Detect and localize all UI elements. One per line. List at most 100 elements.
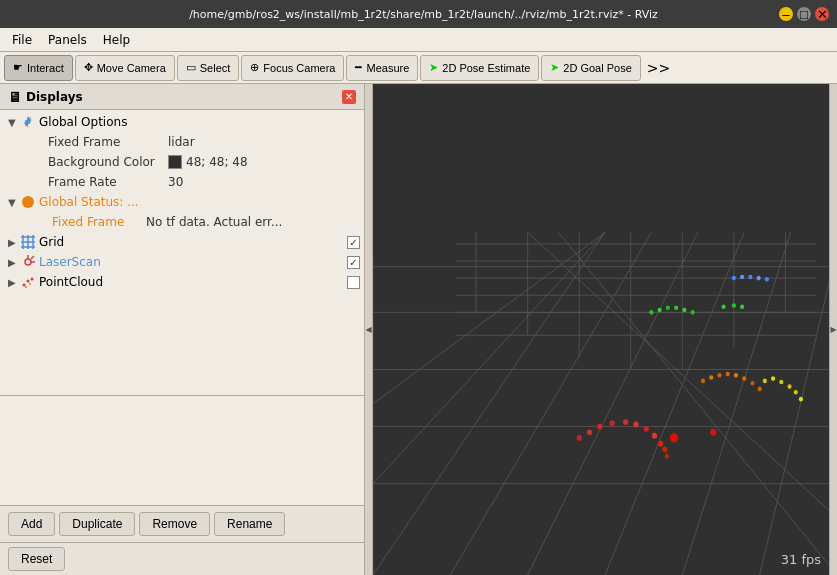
global-options-row[interactable]: ▼ Global Options bbox=[0, 112, 364, 132]
move-camera-button[interactable]: ✥ Move Camera bbox=[75, 55, 175, 81]
svg-point-68 bbox=[779, 380, 783, 385]
svg-point-85 bbox=[765, 277, 769, 282]
bg-color-label: Background Color bbox=[48, 155, 168, 169]
svg-point-54 bbox=[658, 441, 663, 447]
color-swatch[interactable] bbox=[168, 155, 182, 169]
svg-point-6 bbox=[25, 259, 31, 265]
svg-point-13 bbox=[25, 286, 27, 288]
laserscan-row[interactable]: ▶ LaserScan bbox=[0, 252, 364, 272]
select-button[interactable]: ▭ Select bbox=[177, 55, 240, 81]
menu-help[interactable]: Help bbox=[95, 31, 138, 49]
interact-label: Interact bbox=[27, 62, 64, 74]
frame-rate-value: 30 bbox=[168, 175, 183, 189]
reset-row: Reset bbox=[0, 542, 364, 575]
global-status-label: Global Status: ... bbox=[39, 195, 360, 209]
grid-checkbox[interactable] bbox=[347, 236, 360, 249]
svg-point-83 bbox=[748, 275, 752, 280]
left-collapse-handle[interactable]: ◀ bbox=[365, 84, 373, 575]
svg-point-76 bbox=[682, 308, 686, 313]
svg-point-66 bbox=[763, 379, 767, 384]
fixed-frame-row[interactable]: Fixed Frame lidar bbox=[0, 132, 364, 152]
select-label: Select bbox=[200, 62, 231, 74]
bottom-panel bbox=[0, 395, 364, 505]
window-title: /home/gmb/ros2_ws/install/mb_1r2t/share/… bbox=[68, 8, 779, 21]
svg-point-52 bbox=[644, 426, 649, 432]
rename-button[interactable]: Rename bbox=[214, 512, 285, 536]
svg-point-56 bbox=[665, 454, 669, 459]
svg-point-65 bbox=[758, 387, 762, 392]
interact-button[interactable]: ☛ Interact bbox=[4, 55, 73, 81]
svg-point-47 bbox=[587, 429, 592, 435]
ff-status-value: No tf data. Actual err... bbox=[146, 215, 282, 229]
gear-icon bbox=[20, 114, 36, 130]
toolbar: ☛ Interact ✥ Move Camera ▭ Select ⊕ Focu… bbox=[0, 52, 837, 84]
remove-button[interactable]: Remove bbox=[139, 512, 210, 536]
frame-rate-row[interactable]: Frame Rate 30 bbox=[0, 172, 364, 192]
fixed-frame-status-row[interactable]: Fixed Frame No tf data. Actual err... bbox=[0, 212, 364, 232]
focus-camera-button[interactable]: ⊕ Focus Camera bbox=[241, 55, 344, 81]
hand-icon: ☛ bbox=[13, 61, 23, 74]
menu-file[interactable]: File bbox=[4, 31, 40, 49]
svg-point-80 bbox=[740, 304, 744, 309]
toolbar-more[interactable]: >> bbox=[643, 57, 674, 79]
pointcloud-checkbox[interactable] bbox=[347, 276, 360, 289]
svg-point-10 bbox=[23, 284, 26, 287]
global-status-row[interactable]: ▼ Global Status: ... bbox=[0, 192, 364, 212]
3d-viewport[interactable]: 31 fps ▶ bbox=[373, 84, 837, 575]
pointcloud-label: PointCloud bbox=[39, 275, 347, 289]
global-options-label: Global Options bbox=[39, 115, 360, 129]
svg-point-74 bbox=[666, 306, 670, 311]
expand-pointcloud[interactable]: ▶ bbox=[8, 277, 20, 288]
pose-estimate-button[interactable]: ➤ 2D Pose Estimate bbox=[420, 55, 539, 81]
ff-status-label: Fixed Frame bbox=[52, 215, 142, 229]
svg-line-8 bbox=[31, 256, 34, 259]
add-button[interactable]: Add bbox=[8, 512, 55, 536]
left-panel: 🖥 Displays ✕ ▼ Global Options Fixed bbox=[0, 84, 365, 575]
focus-camera-label: Focus Camera bbox=[263, 62, 335, 74]
svg-point-58 bbox=[701, 379, 705, 384]
svg-point-70 bbox=[794, 390, 798, 395]
frame-rate-label: Frame Rate bbox=[48, 175, 168, 189]
grid-visualization bbox=[373, 84, 837, 575]
window-controls[interactable]: – □ ✕ bbox=[779, 7, 829, 21]
displays-close-button[interactable]: ✕ bbox=[342, 90, 356, 104]
reset-button[interactable]: Reset bbox=[8, 547, 65, 571]
expand-laserscan[interactable]: ▶ bbox=[8, 257, 20, 268]
status-icon bbox=[20, 194, 36, 210]
svg-point-77 bbox=[691, 310, 695, 315]
expand-global-status[interactable]: ▼ bbox=[8, 197, 20, 208]
move-camera-label: Move Camera bbox=[97, 62, 166, 74]
grid-row[interactable]: ▶ Grid bbox=[0, 232, 364, 252]
close-button[interactable]: ✕ bbox=[815, 7, 829, 21]
minimize-button[interactable]: – bbox=[779, 7, 793, 21]
maximize-button[interactable]: □ bbox=[797, 7, 811, 21]
right-collapse-handle[interactable]: ▶ bbox=[829, 84, 837, 575]
goal-icon: ➤ bbox=[550, 61, 559, 74]
laserscan-checkbox[interactable] bbox=[347, 256, 360, 269]
right-panel: 31 fps ▶ bbox=[373, 84, 837, 575]
expand-grid[interactable]: ▶ bbox=[8, 237, 20, 248]
pointcloud-row[interactable]: ▶ PointCloud bbox=[0, 272, 364, 292]
fps-display: 31 fps bbox=[781, 552, 821, 567]
svg-point-84 bbox=[757, 276, 761, 281]
grid-label: Grid bbox=[39, 235, 347, 249]
duplicate-button[interactable]: Duplicate bbox=[59, 512, 135, 536]
expand-global-options[interactable]: ▼ bbox=[8, 117, 20, 128]
svg-point-59 bbox=[709, 375, 713, 380]
svg-point-14 bbox=[29, 283, 31, 285]
menu-panels[interactable]: Panels bbox=[40, 31, 95, 49]
fixed-frame-value: lidar bbox=[168, 135, 195, 149]
fixed-frame-label: Fixed Frame bbox=[48, 135, 168, 149]
pose-icon: ➤ bbox=[429, 61, 438, 74]
measure-button[interactable]: ━ Measure bbox=[346, 55, 418, 81]
svg-point-60 bbox=[717, 373, 721, 378]
svg-point-69 bbox=[788, 384, 792, 389]
bg-color-value: 48; 48; 48 bbox=[168, 155, 248, 169]
goal-pose-button[interactable]: ➤ 2D Goal Pose bbox=[541, 55, 640, 81]
grid-icon bbox=[20, 234, 36, 250]
displays-header: 🖥 Displays ✕ bbox=[0, 84, 364, 110]
svg-point-63 bbox=[742, 376, 746, 381]
svg-point-12 bbox=[31, 278, 34, 281]
svg-point-79 bbox=[732, 303, 736, 308]
background-color-row[interactable]: Background Color 48; 48; 48 bbox=[0, 152, 364, 172]
